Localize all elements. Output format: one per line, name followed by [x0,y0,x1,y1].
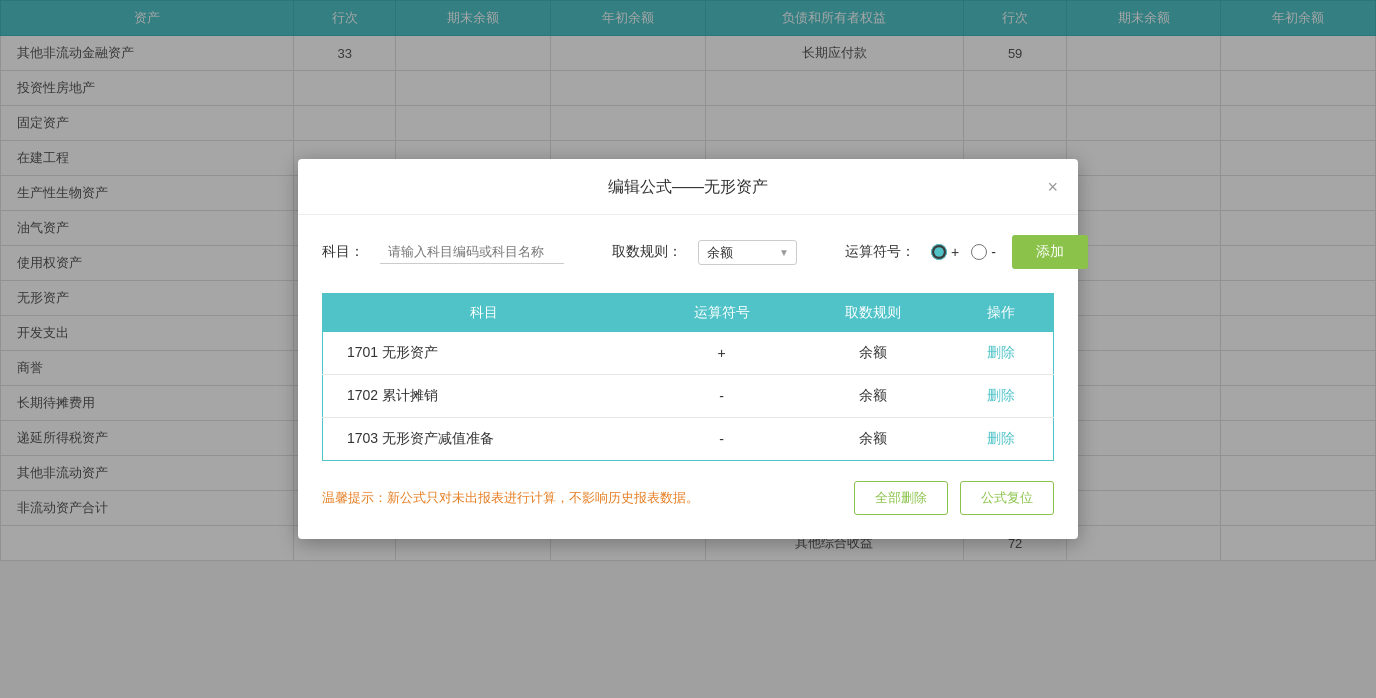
rule-label: 取数规则： [612,243,682,261]
operator-minus-label: - [991,244,996,260]
operator-label: 运算符号： [845,243,915,261]
th-action: 操作 [949,294,1053,333]
formula-operator-cell: - [646,375,798,418]
delete-link[interactable]: 删除 [987,387,1015,403]
rule-select[interactable]: 余额 借方发生额 贷方发生额 [698,240,797,265]
formula-rule-cell: 余额 [797,332,949,375]
th-rule: 取数规则 [797,294,949,333]
modal-footer: 温馨提示：新公式只对未出报表进行计算，不影响历史报表数据。 全部删除 公式复位 [298,461,1078,515]
modal-header: 编辑公式——无形资产 × [298,159,1078,215]
formula-operator-cell: - [646,418,798,461]
formula-row: 1702 累计摊销 - 余额 删除 [323,375,1054,418]
formula-table-area: 科目 运算符号 取数规则 操作 1701 无形资产 + 余额 删除 1702 累… [298,293,1078,461]
formula-subject-cell: 1702 累计摊销 [323,375,646,418]
reset-formula-button[interactable]: 公式复位 [960,481,1054,515]
delete-all-button[interactable]: 全部删除 [854,481,948,515]
modal-title: 编辑公式——无形资产 [608,177,768,198]
footer-buttons: 全部删除 公式复位 [854,481,1054,515]
delete-link[interactable]: 删除 [987,430,1015,446]
modal-overlay: 编辑公式——无形资产 × 科目： 取数规则： 余额 借方发生额 贷方发生额 运算… [0,0,1376,698]
formula-operator-cell: + [646,332,798,375]
delete-link[interactable]: 删除 [987,344,1015,360]
formula-subject-cell: 1703 无形资产减值准备 [323,418,646,461]
warning-text: 温馨提示：新公式只对未出报表进行计算，不影响历史报表数据。 [322,489,699,507]
table-header-row: 科目 运算符号 取数规则 操作 [323,294,1054,333]
add-button[interactable]: 添加 [1012,235,1088,269]
form-row: 科目： 取数规则： 余额 借方发生额 贷方发生额 运算符号： + [298,215,1078,289]
subject-label: 科目： [322,243,364,261]
modal-close-button[interactable]: × [1043,174,1062,200]
formula-rule-cell: 余额 [797,375,949,418]
formula-row: 1703 无形资产减值准备 - 余额 删除 [323,418,1054,461]
th-operator: 运算符号 [646,294,798,333]
operator-plus-radio[interactable] [931,244,947,260]
operator-plus-label: + [951,244,959,260]
formula-action-cell: 删除 [949,418,1053,461]
formula-action-cell: 删除 [949,332,1053,375]
th-subject: 科目 [323,294,646,333]
operator-minus-radio[interactable] [971,244,987,260]
rule-select-wrapper: 余额 借方发生额 贷方发生额 [698,240,797,265]
operator-plus-item[interactable]: + [931,244,959,260]
operator-minus-item[interactable]: - [971,244,996,260]
formula-subject-cell: 1701 无形资产 [323,332,646,375]
formula-table: 科目 运算符号 取数规则 操作 1701 无形资产 + 余额 删除 1702 累… [322,293,1054,461]
formula-rule-cell: 余额 [797,418,949,461]
modal-dialog: 编辑公式——无形资产 × 科目： 取数规则： 余额 借方发生额 贷方发生额 运算… [298,159,1078,539]
operator-radio-group: + - [931,244,996,260]
formula-action-cell: 删除 [949,375,1053,418]
formula-row: 1701 无形资产 + 余额 删除 [323,332,1054,375]
subject-input[interactable] [380,240,564,264]
